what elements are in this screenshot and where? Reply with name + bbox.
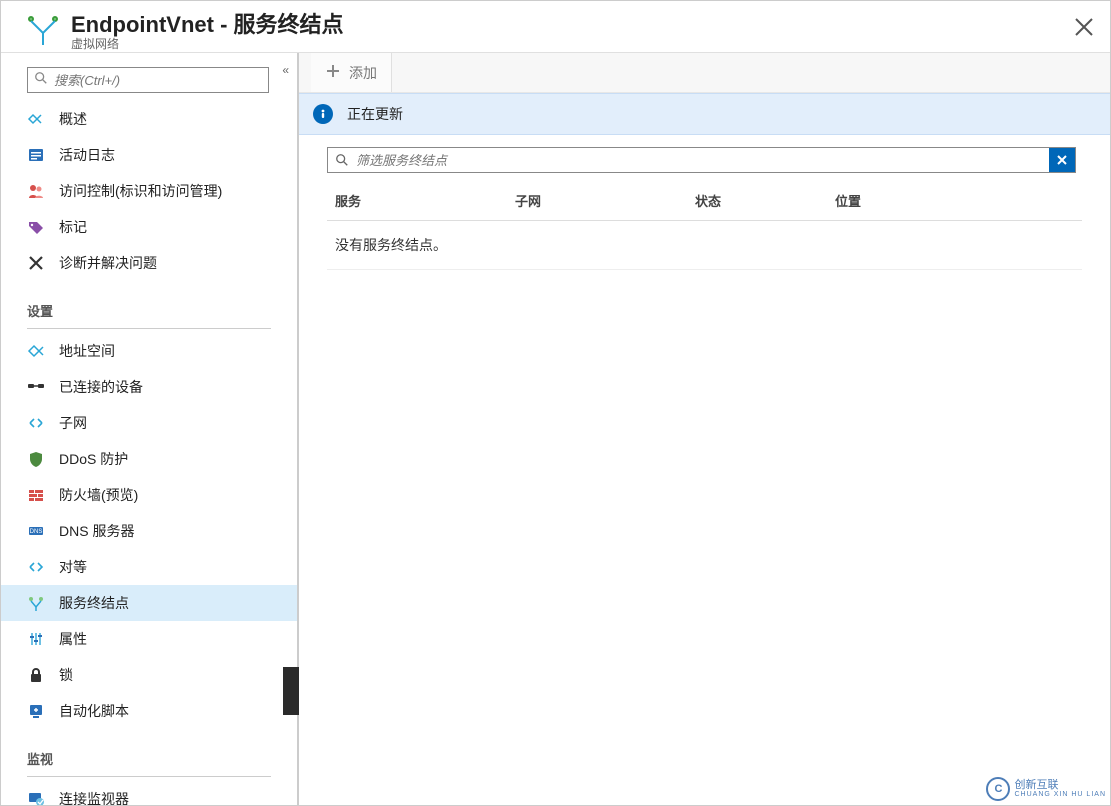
sidebar-item-properties[interactable]: 属性: [1, 621, 297, 657]
watermark-logo-icon: C: [986, 777, 1010, 801]
sidebar-item-tags[interactable]: 标记: [1, 209, 297, 245]
table-header-row: 服务 子网 状态 位置: [327, 179, 1082, 221]
col-status[interactable]: 状态: [695, 191, 835, 210]
sidebar-item-service-endpoints[interactable]: 服务终结点: [1, 585, 297, 621]
sidebar-item-label: 子网: [59, 413, 87, 433]
subnets-icon: [27, 414, 45, 432]
connected-devices-icon: [27, 378, 45, 396]
col-location[interactable]: 位置: [835, 191, 1074, 210]
filter-input[interactable]: [356, 148, 1049, 172]
col-service[interactable]: 服务: [335, 191, 515, 210]
lock-icon: [27, 666, 45, 684]
sidebar-item-label: 已连接的设备: [59, 377, 143, 397]
search-icon: [34, 71, 54, 90]
col-subnet[interactable]: 子网: [515, 191, 695, 210]
sidebar-item-automation-script[interactable]: 自动化脚本: [1, 693, 297, 729]
sidebar-search-input[interactable]: [54, 73, 262, 88]
sidebar-item-label: 服务终结点: [59, 593, 129, 613]
diagnose-icon: [27, 254, 45, 272]
sidebar-scrollbar-thumb[interactable]: [283, 667, 299, 715]
clear-filter-button[interactable]: [1049, 148, 1075, 172]
sidebar-group-monitoring: 监视: [1, 729, 297, 772]
sidebar-item-connection-monitor[interactable]: 连接监视器: [1, 781, 297, 805]
sidebar-item-label: 对等: [59, 557, 87, 577]
ddos-icon: [27, 450, 45, 468]
vnet-icon: [25, 11, 61, 47]
sidebar-item-firewall[interactable]: 防火墙(预览): [1, 477, 297, 513]
page-subtitle: 虚拟网络: [71, 35, 119, 52]
collapse-sidebar-button[interactable]: «: [282, 63, 289, 77]
address-space-icon: [27, 342, 45, 360]
access-control-icon: [27, 182, 45, 200]
sidebar-item-label: 活动日志: [59, 145, 115, 165]
empty-state-message: 没有服务终结点。: [327, 221, 1082, 270]
automation-script-icon: [27, 702, 45, 720]
sidebar-item-connected-devices[interactable]: 已连接的设备: [1, 369, 297, 405]
plus-icon: [325, 63, 349, 82]
sidebar-item-label: 锁: [59, 665, 73, 685]
sidebar-item-label: 自动化脚本: [59, 701, 129, 721]
watermark: C 创新互联 CHUANG XIN HU LIAN: [986, 777, 1106, 801]
service-endpoints-icon: [27, 594, 45, 612]
banner-message: 正在更新: [347, 104, 403, 124]
sidebar-item-activity-log[interactable]: 活动日志: [1, 137, 297, 173]
search-icon: [328, 148, 356, 172]
sidebar-item-locks[interactable]: 锁: [1, 657, 297, 693]
sidebar-item-label: 诊断并解决问题: [59, 253, 157, 273]
tags-icon: [27, 218, 45, 236]
sidebar-item-ddos[interactable]: DDoS 防护: [1, 441, 297, 477]
sidebar-item-label: 概述: [59, 109, 87, 129]
sidebar-item-overview[interactable]: 概述: [1, 101, 297, 137]
add-button[interactable]: 添加: [311, 53, 392, 92]
sidebar-item-label: DNS 服务器: [59, 521, 134, 541]
sidebar-item-dns[interactable]: DNS DNS 服务器: [1, 513, 297, 549]
sidebar-item-label: 连接监视器: [59, 789, 129, 805]
filter-box[interactable]: [327, 147, 1076, 173]
connection-monitor-icon: [27, 790, 45, 805]
sidebar-item-address-space[interactable]: 地址空间: [1, 333, 297, 369]
sidebar-item-label: 防火墙(预览): [59, 485, 138, 505]
sidebar-group-settings: 设置: [1, 281, 297, 324]
sidebar-item-diagnose[interactable]: 诊断并解决问题: [1, 245, 297, 281]
overview-icon: [27, 110, 45, 128]
sidebar-item-label: DDoS 防护: [59, 449, 128, 469]
info-banner: 正在更新: [299, 93, 1110, 135]
sidebar-item-label: 属性: [59, 629, 87, 649]
sidebar-item-access-control[interactable]: 访问控制(标识和访问管理): [1, 173, 297, 209]
info-icon: [313, 104, 333, 124]
firewall-icon: [27, 486, 45, 504]
add-button-label: 添加: [349, 63, 377, 83]
sidebar-item-label: 访问控制(标识和访问管理): [59, 181, 222, 201]
sidebar-item-subnets[interactable]: 子网: [1, 405, 297, 441]
sidebar-item-label: 地址空间: [59, 341, 115, 361]
sidebar-search[interactable]: [27, 67, 269, 93]
activity-log-icon: [27, 146, 45, 164]
dns-icon: DNS: [27, 522, 45, 540]
sidebar-item-label: 标记: [59, 217, 87, 237]
svg-text:DNS: DNS: [30, 529, 43, 535]
peerings-icon: [27, 558, 45, 576]
properties-icon: [27, 630, 45, 648]
sidebar-item-peerings[interactable]: 对等: [1, 549, 297, 585]
close-button[interactable]: [1072, 15, 1096, 39]
